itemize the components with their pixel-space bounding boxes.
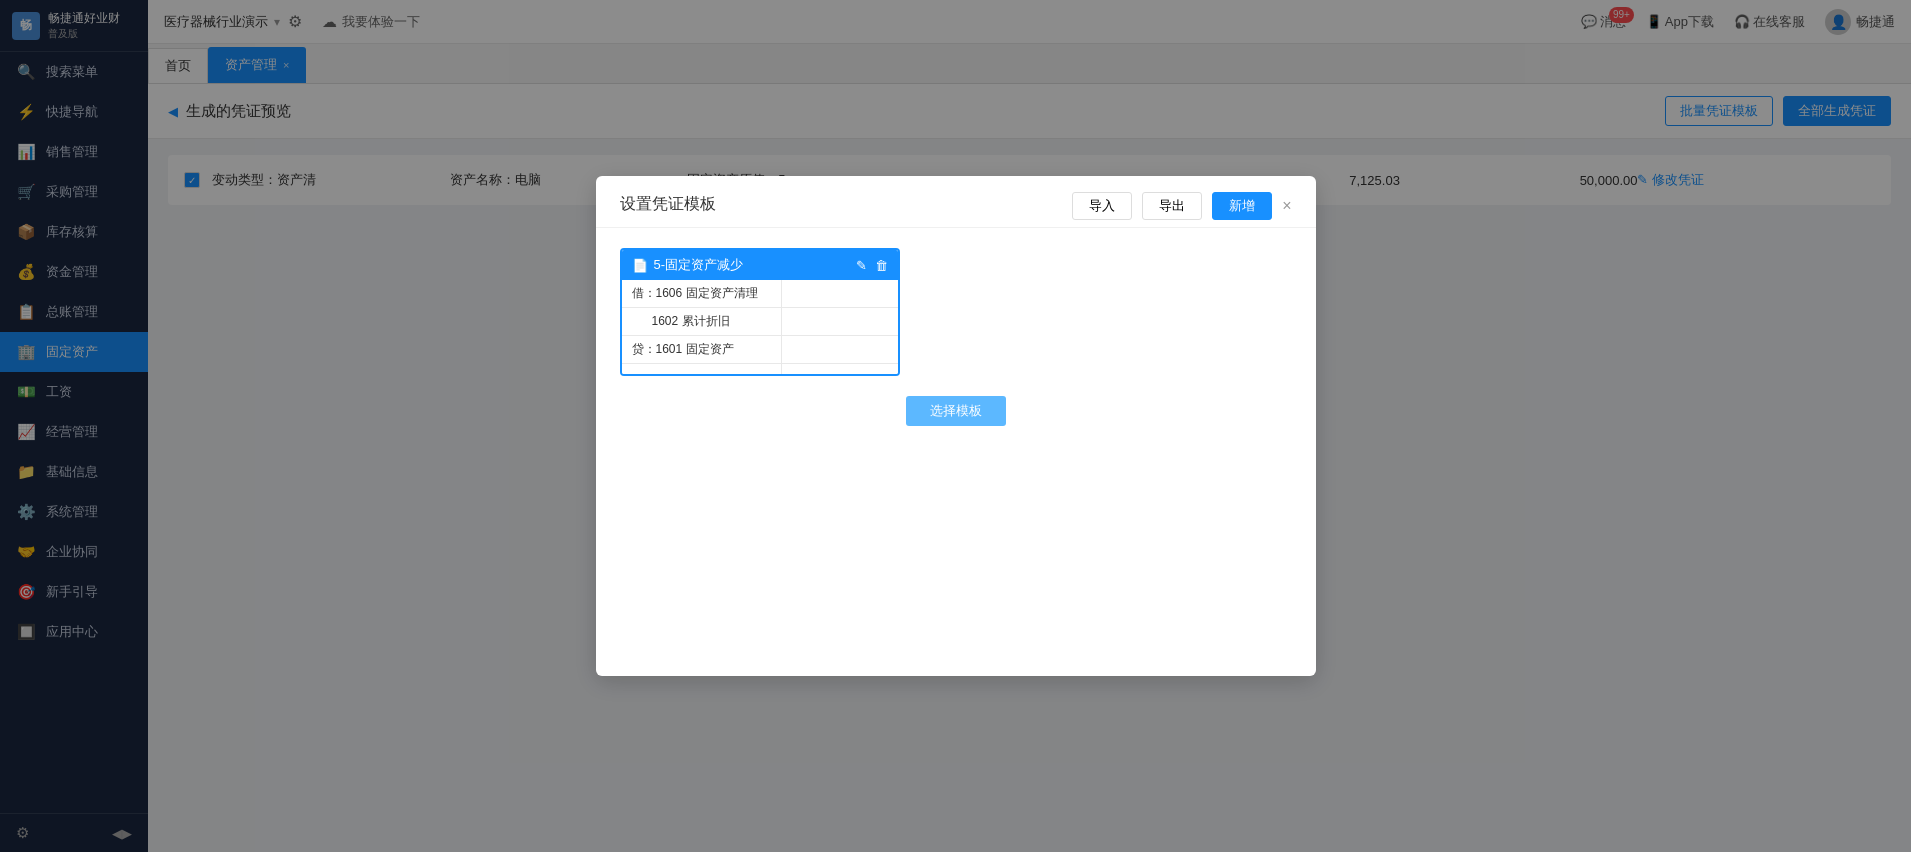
template-row-3: 贷：1601 固定资产	[622, 336, 898, 364]
template-rows: 借：1606 固定资产清理 1602 累计折旧 贷：1601 固定资产	[622, 280, 898, 374]
row-val-4	[782, 364, 898, 374]
template-card-actions: ✎ 🗑	[856, 258, 888, 273]
import-button[interactable]: 导入	[1072, 192, 1132, 220]
row-label-4	[622, 364, 782, 374]
dialog: 设置凭证模板 导入 导出 新增 × 📄 5-固定资产减少 ✎ 🗑	[596, 176, 1316, 676]
template-doc-icon: 📄	[632, 258, 648, 273]
row-val-2	[782, 308, 898, 335]
template-name: 5-固定资产减少	[654, 256, 744, 274]
template-delete-icon[interactable]: 🗑	[875, 258, 888, 273]
dialog-overlay: 设置凭证模板 导入 导出 新增 × 📄 5-固定资产减少 ✎ 🗑	[0, 0, 1911, 852]
template-row-1: 借：1606 固定资产清理	[622, 280, 898, 308]
row-label-3: 贷：1601 固定资产	[622, 336, 782, 363]
dialog-body: 📄 5-固定资产减少 ✎ 🗑 借：1606 固定资产清理 1602 累计折旧	[596, 228, 1316, 446]
template-card-title: 📄 5-固定资产减少	[632, 256, 744, 274]
select-template-button[interactable]: 选择模板	[906, 396, 1006, 426]
template-card-header: 📄 5-固定资产减少 ✎ 🗑	[622, 250, 898, 280]
row-val-3	[782, 336, 898, 363]
export-button[interactable]: 导出	[1142, 192, 1202, 220]
row-label-1: 借：1606 固定资产清理	[622, 280, 782, 307]
row-label-2: 1602 累计折旧	[622, 308, 782, 335]
dialog-toolbar: 导入 导出 新增 ×	[1072, 192, 1291, 220]
template-edit-icon[interactable]: ✎	[856, 258, 867, 273]
close-icon[interactable]: ×	[1282, 198, 1291, 214]
template-card: 📄 5-固定资产减少 ✎ 🗑 借：1606 固定资产清理 1602 累计折旧	[620, 248, 900, 376]
new-button[interactable]: 新增	[1212, 192, 1272, 220]
template-select-section: 选择模板	[620, 396, 1292, 426]
dialog-title: 设置凭证模板	[620, 194, 716, 215]
template-row-4	[622, 364, 898, 374]
row-val-1	[782, 280, 898, 307]
template-row-2: 1602 累计折旧	[622, 308, 898, 336]
